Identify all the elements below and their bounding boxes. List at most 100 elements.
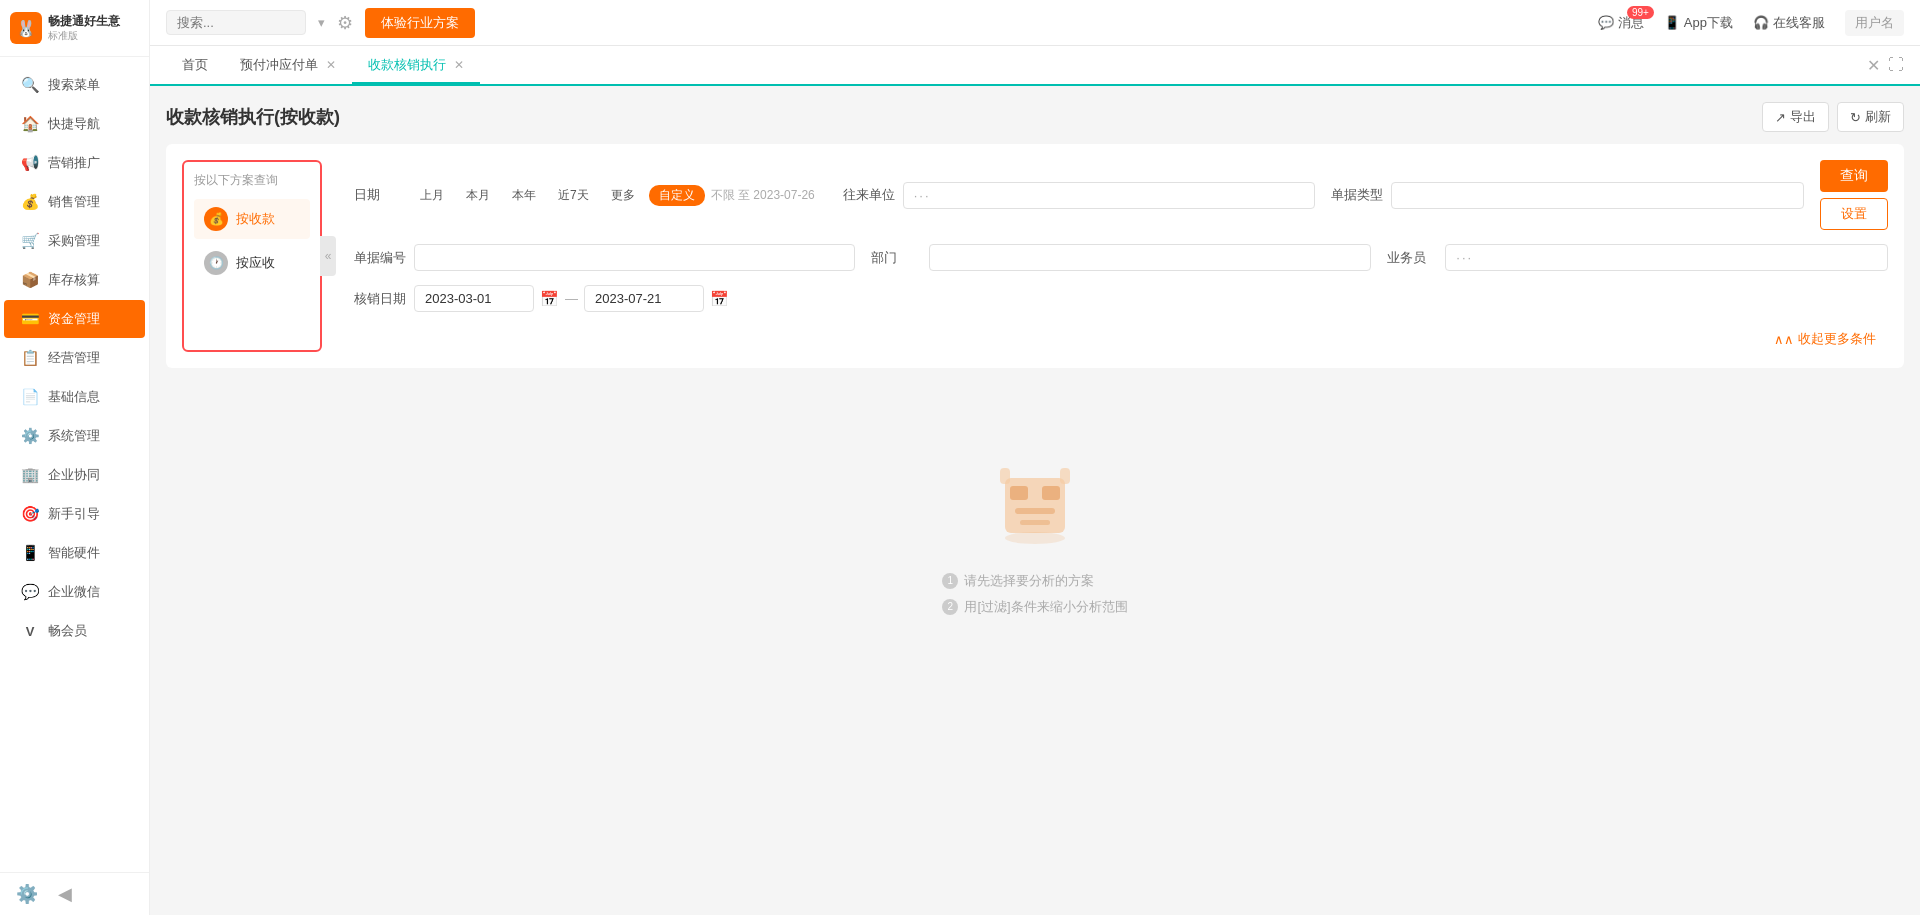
- verify-date-start-input[interactable]: [414, 285, 534, 312]
- sidebar-item-sales[interactable]: 💰 销售管理: [4, 183, 145, 221]
- tab-prepay-label: 预付冲应付单: [240, 56, 318, 74]
- quick-date-custom[interactable]: 自定义: [649, 185, 705, 206]
- query-button[interactable]: 查询: [1820, 160, 1888, 192]
- logo-icon: 🐰: [10, 12, 42, 44]
- quick-date-more[interactable]: 更多: [603, 185, 643, 206]
- counterpart-dots: ···: [914, 188, 1305, 203]
- doc-icon: 📄: [20, 388, 40, 406]
- refresh-button[interactable]: ↻ 刷新: [1837, 102, 1904, 132]
- page-title: 收款核销执行(按收款): [166, 105, 340, 129]
- header-gear-icon[interactable]: ⚙: [337, 12, 353, 34]
- industry-solution-button[interactable]: 体验行业方案: [365, 8, 475, 38]
- service-icon: 🎧: [1753, 15, 1769, 30]
- date-field-group: 日期 上月 本月 本年 近7天 更多 自定义 不限 至 2023-07-26: [354, 185, 827, 206]
- sidebar-item-label: 智能硬件: [48, 544, 100, 562]
- page-title-bar: 收款核销执行(按收款) ↗ 导出 ↻ 刷新: [166, 102, 1904, 132]
- target-icon: 🎯: [20, 505, 40, 523]
- app-download-label: App下载: [1684, 14, 1733, 32]
- refresh-label: 刷新: [1865, 108, 1891, 126]
- message-icon: 💬: [1598, 15, 1614, 30]
- counterpart-label: 往来单位: [843, 186, 895, 204]
- sidebar-item-label: 销售管理: [48, 193, 100, 211]
- verify-date-end-input[interactable]: [584, 285, 704, 312]
- sidebar-item-operation[interactable]: 📋 经营管理: [4, 339, 145, 377]
- app-download-button[interactable]: 📱 App下载: [1664, 14, 1733, 32]
- counterpart-input[interactable]: ···: [903, 182, 1316, 209]
- quick-date-this-year[interactable]: 本年: [504, 185, 544, 206]
- empty-state: 1 请先选择要分析的方案 2 用[过滤]条件来缩小分析范围: [166, 368, 1904, 660]
- sidebar-bottom: ⚙️ ◀: [0, 872, 149, 915]
- svg-rect-2: [1042, 486, 1060, 500]
- verify-date-field-group: 核销日期 📅 — 📅: [354, 285, 1888, 312]
- user-label: 用户名: [1855, 15, 1894, 30]
- sidebar-item-enterprise[interactable]: 🏢 企业协同: [4, 456, 145, 494]
- maximize-icon[interactable]: ⛶: [1888, 56, 1904, 74]
- filter-row-2: 单据编号 部门 业务员 ···: [354, 244, 1888, 271]
- sidebar-item-hardware[interactable]: 📱 智能硬件: [4, 534, 145, 572]
- toggle-conditions-button[interactable]: ∧∧ 收起更多条件: [1762, 326, 1888, 352]
- tip-text-1: 请先选择要分析的方案: [964, 568, 1094, 594]
- search-icon: 🔍: [20, 76, 40, 94]
- sidebar-item-basic[interactable]: 📄 基础信息: [4, 378, 145, 416]
- export-button[interactable]: ↗ 导出: [1762, 102, 1829, 132]
- filter-option-by-receivable[interactable]: 🕐 按应收: [194, 243, 310, 283]
- chevron-up-icon: ∧∧: [1774, 332, 1794, 347]
- home-icon: 🏠: [20, 115, 40, 133]
- sidebar-item-purchase[interactable]: 🛒 采购管理: [4, 222, 145, 260]
- sidebar-item-label: 快捷导航: [48, 115, 100, 133]
- bill-number-input[interactable]: [414, 244, 855, 271]
- user-area[interactable]: 用户名: [1845, 10, 1904, 36]
- quick-date-last-month[interactable]: 上月: [412, 185, 452, 206]
- page-actions: ↗ 导出 ↻ 刷新: [1762, 102, 1904, 132]
- department-select[interactable]: [929, 244, 1372, 271]
- no-limit-text: 不限 至 2023-07-26: [711, 187, 815, 204]
- tab-collection-close-icon[interactable]: ✕: [454, 58, 464, 72]
- message-button[interactable]: 💬 消息 99+: [1598, 14, 1644, 32]
- sidebar-item-member[interactable]: V 畅会员: [4, 612, 145, 650]
- sidebar-item-finance[interactable]: 💳 资金管理: [4, 300, 145, 338]
- quick-date-7days[interactable]: 近7天: [550, 185, 597, 206]
- receivable-icon: 🕐: [204, 251, 228, 275]
- sidebar-item-guide[interactable]: 🎯 新手引导: [4, 495, 145, 533]
- settings-bottom-icon[interactable]: ⚙️: [16, 883, 38, 905]
- collapse-sidebar-icon[interactable]: ◀: [58, 883, 72, 905]
- tab-collection[interactable]: 收款核销执行 ✕: [352, 48, 480, 84]
- sidebar-item-search[interactable]: 🔍 搜索菜单: [4, 66, 145, 104]
- tab-bar: 首页 预付冲应付单 ✕ 收款核销执行 ✕ ✕ ⛶: [150, 46, 1920, 86]
- sidebar-item-system[interactable]: ⚙️ 系统管理: [4, 417, 145, 455]
- collapse-filter-button[interactable]: «: [320, 236, 336, 276]
- header-left: ▾ ⚙ 体验行业方案: [166, 8, 475, 38]
- sidebar-item-wechat[interactable]: 💬 企业微信: [4, 573, 145, 611]
- tab-home[interactable]: 首页: [166, 48, 224, 84]
- tab-prepay-close-icon[interactable]: ✕: [326, 58, 336, 72]
- filter-actions: 查询 设置: [1820, 160, 1888, 230]
- bill-number-field-group: 单据编号: [354, 244, 855, 271]
- bill-number-label: 单据编号: [354, 249, 406, 267]
- online-service-button[interactable]: 🎧 在线客服: [1753, 14, 1825, 32]
- dropdown-icon[interactable]: ▾: [318, 15, 325, 30]
- filter-option-by-receipt[interactable]: 💰 按收款: [194, 199, 310, 239]
- sidebar-item-marketing[interactable]: 📢 营销推广: [4, 144, 145, 182]
- quick-date-this-month[interactable]: 本月: [458, 185, 498, 206]
- tab-prepay[interactable]: 预付冲应付单 ✕: [224, 48, 352, 84]
- header-right: 💬 消息 99+ 📱 App下载 🎧 在线客服 用户名: [1598, 10, 1904, 36]
- wechat-icon: 💬: [20, 583, 40, 601]
- bill-type-select[interactable]: [1391, 182, 1804, 209]
- receipt-icon: 💰: [204, 207, 228, 231]
- salesperson-input[interactable]: ···: [1445, 244, 1888, 271]
- megaphone-icon: 📢: [20, 154, 40, 172]
- setting-button[interactable]: 设置: [1820, 198, 1888, 230]
- sidebar-item-label: 采购管理: [48, 232, 100, 250]
- calendar-end-icon[interactable]: 📅: [710, 290, 729, 308]
- department-field-group: 部门: [871, 244, 1372, 271]
- sidebar-item-quick-nav[interactable]: 🏠 快捷导航: [4, 105, 145, 143]
- export-icon: ↗: [1775, 110, 1786, 125]
- close-window-icon[interactable]: ✕: [1867, 56, 1880, 75]
- empty-tip-1: 1 请先选择要分析的方案: [942, 568, 1127, 594]
- sidebar-item-label: 资金管理: [48, 310, 100, 328]
- svg-rect-3: [1015, 508, 1055, 514]
- sidebar-item-inventory[interactable]: 📦 库存核算: [4, 261, 145, 299]
- header-search-input[interactable]: [166, 10, 306, 35]
- svg-rect-4: [1020, 520, 1050, 525]
- calendar-start-icon[interactable]: 📅: [540, 290, 559, 308]
